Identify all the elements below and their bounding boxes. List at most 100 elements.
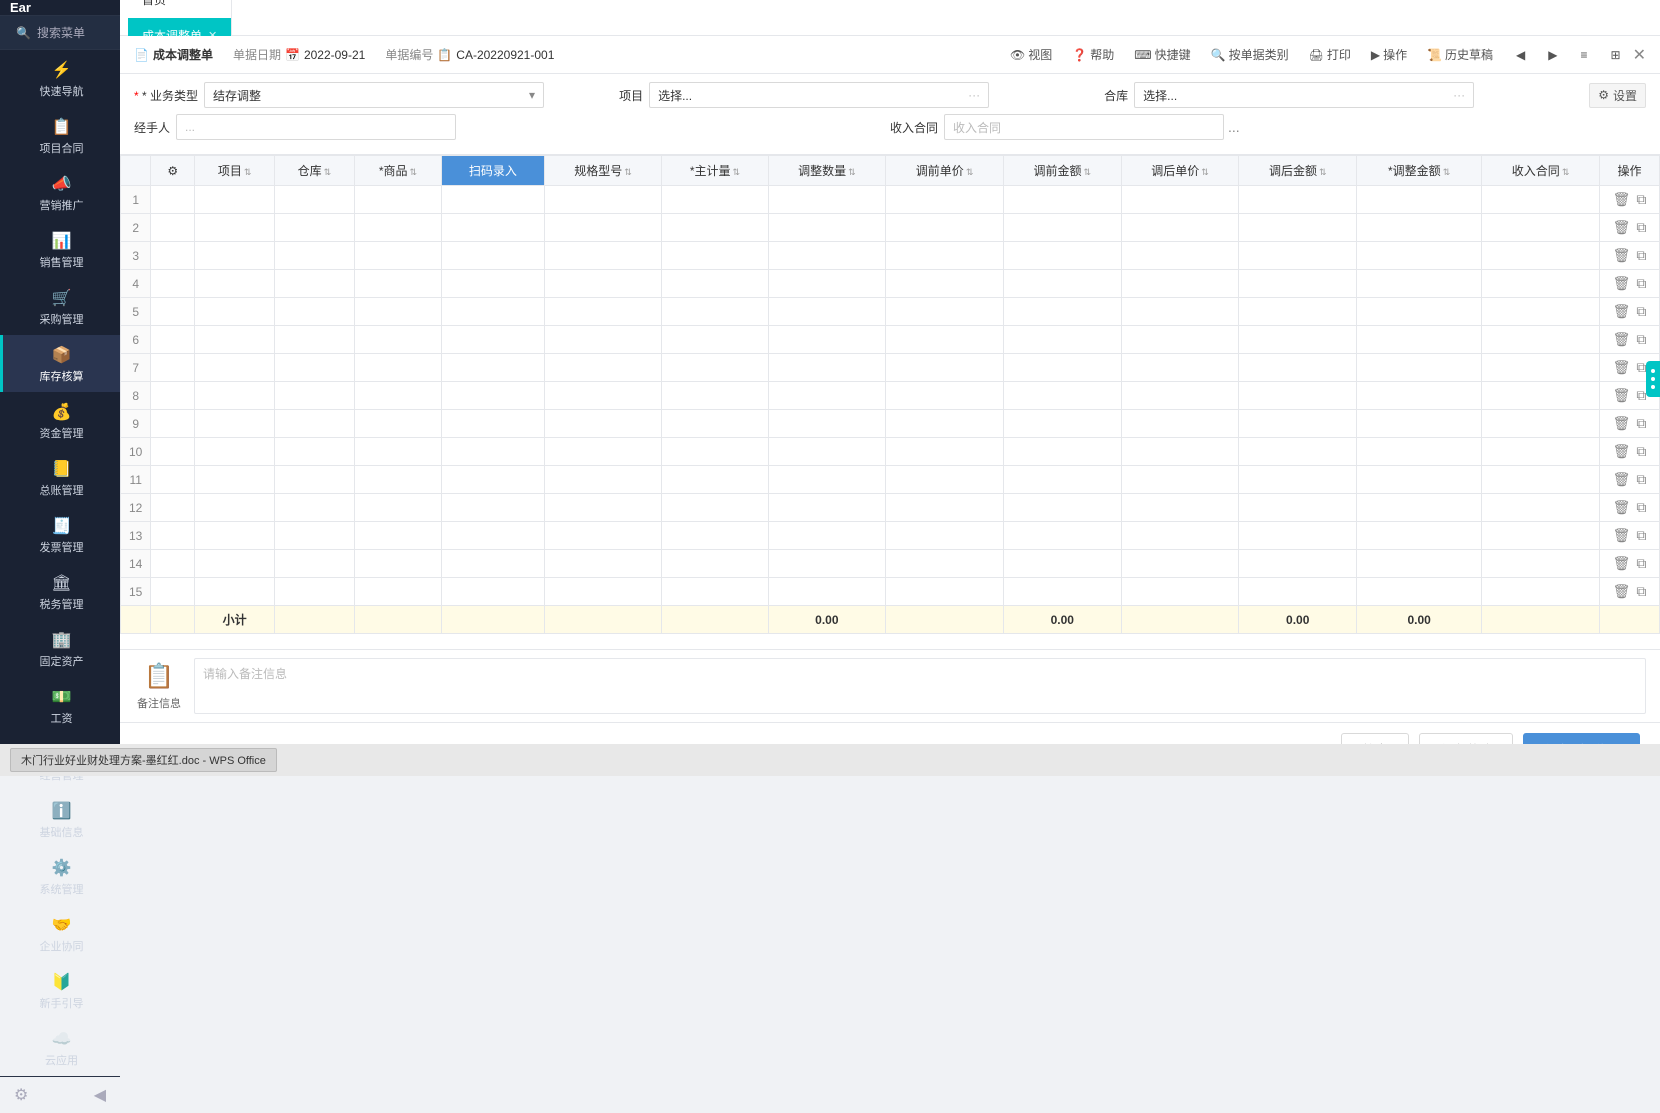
- cell-after_amount[interactable]: [1239, 186, 1357, 214]
- cell-adjust_amount[interactable]: [1357, 578, 1482, 606]
- cell-project[interactable]: [195, 214, 275, 242]
- toolbar-print-btn[interactable]: 🖨打印: [1305, 44, 1355, 65]
- cell-product[interactable]: [354, 438, 441, 466]
- cell-income_contract[interactable]: [1482, 354, 1600, 382]
- cell-income_contract[interactable]: [1482, 522, 1600, 550]
- cell-adjust_amount[interactable]: [1357, 410, 1482, 438]
- cell-qty[interactable]: [768, 242, 886, 270]
- table-row[interactable]: 2🗑⧉: [121, 214, 1660, 242]
- cell-qty[interactable]: [768, 354, 886, 382]
- cell-before_price[interactable]: [886, 270, 1004, 298]
- cell-scan[interactable]: [442, 494, 545, 522]
- cell-warehouse[interactable]: [275, 382, 355, 410]
- delete-btn[interactable]: 🗑: [1613, 471, 1631, 488]
- sidebar-item-project-contract[interactable]: 📋项目合同: [0, 107, 120, 164]
- cell-adjust_amount[interactable]: [1357, 522, 1482, 550]
- cell-unit[interactable]: [662, 494, 768, 522]
- cell-after_amount[interactable]: [1239, 466, 1357, 494]
- copy-btn[interactable]: ⧉: [1636, 415, 1646, 432]
- cell-settings[interactable]: [151, 494, 195, 522]
- cell-scan[interactable]: [442, 270, 545, 298]
- cell-before_price[interactable]: [886, 354, 1004, 382]
- cell-before_amount[interactable]: [1003, 494, 1121, 522]
- cell-scan[interactable]: [442, 578, 545, 606]
- cell-project[interactable]: [195, 494, 275, 522]
- cell-project[interactable]: [195, 270, 275, 298]
- cell-income_contract[interactable]: [1482, 298, 1600, 326]
- cell-adjust_amount[interactable]: [1357, 186, 1482, 214]
- sidebar-item-inventory[interactable]: 📦库存核算: [0, 335, 120, 392]
- copy-btn[interactable]: ⧉: [1636, 247, 1646, 264]
- toolbar-history-btn[interactable]: 📜历史草稿: [1423, 44, 1497, 65]
- cell-product[interactable]: [354, 494, 441, 522]
- cell-spec[interactable]: [544, 214, 662, 242]
- cell-settings[interactable]: [151, 186, 195, 214]
- copy-btn[interactable]: ⧉: [1636, 583, 1646, 600]
- cell-before_price[interactable]: [886, 438, 1004, 466]
- cell-project[interactable]: [195, 242, 275, 270]
- cell-after_price[interactable]: [1121, 466, 1239, 494]
- cell-unit[interactable]: [662, 410, 768, 438]
- sidebar-item-invoice[interactable]: 🧾发票管理: [0, 506, 120, 563]
- cell-warehouse[interactable]: [275, 270, 355, 298]
- cell-qty[interactable]: [768, 410, 886, 438]
- cell-project[interactable]: [195, 186, 275, 214]
- cell-before_amount[interactable]: [1003, 466, 1121, 494]
- cell-warehouse[interactable]: [275, 354, 355, 382]
- cell-unit[interactable]: [662, 242, 768, 270]
- delete-btn[interactable]: 🗑: [1613, 499, 1631, 516]
- toolbar-operation-btn[interactable]: ▶操作: [1367, 44, 1411, 65]
- cell-unit[interactable]: [662, 298, 768, 326]
- cell-action[interactable]: 🗑⧉: [1600, 214, 1660, 242]
- cell-project[interactable]: [195, 326, 275, 354]
- cell-product[interactable]: [354, 326, 441, 354]
- cell-after_price[interactable]: [1121, 214, 1239, 242]
- copy-btn[interactable]: ⧉: [1636, 331, 1646, 348]
- sidebar-item-salary[interactable]: 💵工资: [0, 677, 120, 734]
- cell-action[interactable]: 🗑⧉: [1600, 410, 1660, 438]
- cell-warehouse[interactable]: [275, 550, 355, 578]
- cell-before_amount[interactable]: [1003, 522, 1121, 550]
- cell-spec[interactable]: [544, 270, 662, 298]
- cell-before_price[interactable]: [886, 326, 1004, 354]
- cell-project[interactable]: [195, 410, 275, 438]
- cell-settings[interactable]: [151, 522, 195, 550]
- cell-qty[interactable]: [768, 326, 886, 354]
- warehouse-dots[interactable]: ···: [1453, 88, 1465, 102]
- cell-scan[interactable]: [442, 214, 545, 242]
- cell-after_amount[interactable]: [1239, 578, 1357, 606]
- project-dots[interactable]: ···: [968, 88, 980, 102]
- cell-after_price[interactable]: [1121, 242, 1239, 270]
- delete-btn[interactable]: 🗑: [1613, 415, 1631, 432]
- cell-unit[interactable]: [662, 270, 768, 298]
- cell-before_price[interactable]: [886, 494, 1004, 522]
- cell-project[interactable]: [195, 382, 275, 410]
- cell-qty[interactable]: [768, 494, 886, 522]
- copy-btn[interactable]: ⧉: [1636, 275, 1646, 292]
- cell-after_price[interactable]: [1121, 354, 1239, 382]
- cell-warehouse[interactable]: [275, 438, 355, 466]
- cell-before_amount[interactable]: [1003, 270, 1121, 298]
- cell-action[interactable]: 🗑⧉: [1600, 298, 1660, 326]
- table-row[interactable]: 8🗑⧉: [121, 382, 1660, 410]
- cell-project[interactable]: [195, 522, 275, 550]
- delete-btn[interactable]: 🗑: [1613, 191, 1631, 208]
- cell-before_price[interactable]: [886, 550, 1004, 578]
- cell-product[interactable]: [354, 550, 441, 578]
- cell-product[interactable]: [354, 578, 441, 606]
- cell-after_amount[interactable]: [1239, 326, 1357, 354]
- table-row[interactable]: 11🗑⧉: [121, 466, 1660, 494]
- cell-before_price[interactable]: [886, 214, 1004, 242]
- cell-warehouse[interactable]: [275, 494, 355, 522]
- cell-after_amount[interactable]: [1239, 214, 1357, 242]
- delete-btn[interactable]: 🗑: [1613, 303, 1631, 320]
- copy-btn[interactable]: ⧉: [1636, 387, 1646, 404]
- cell-settings[interactable]: [151, 550, 195, 578]
- toolbar-table-view-btn[interactable]: ≡: [1574, 46, 1592, 64]
- cell-adjust_amount[interactable]: [1357, 494, 1482, 522]
- cell-unit[interactable]: [662, 354, 768, 382]
- toolbar-nav-prev-btn[interactable]: ◀: [1509, 46, 1529, 64]
- cell-after_price[interactable]: [1121, 382, 1239, 410]
- table-row[interactable]: 7🗑⧉: [121, 354, 1660, 382]
- cell-before_amount[interactable]: [1003, 382, 1121, 410]
